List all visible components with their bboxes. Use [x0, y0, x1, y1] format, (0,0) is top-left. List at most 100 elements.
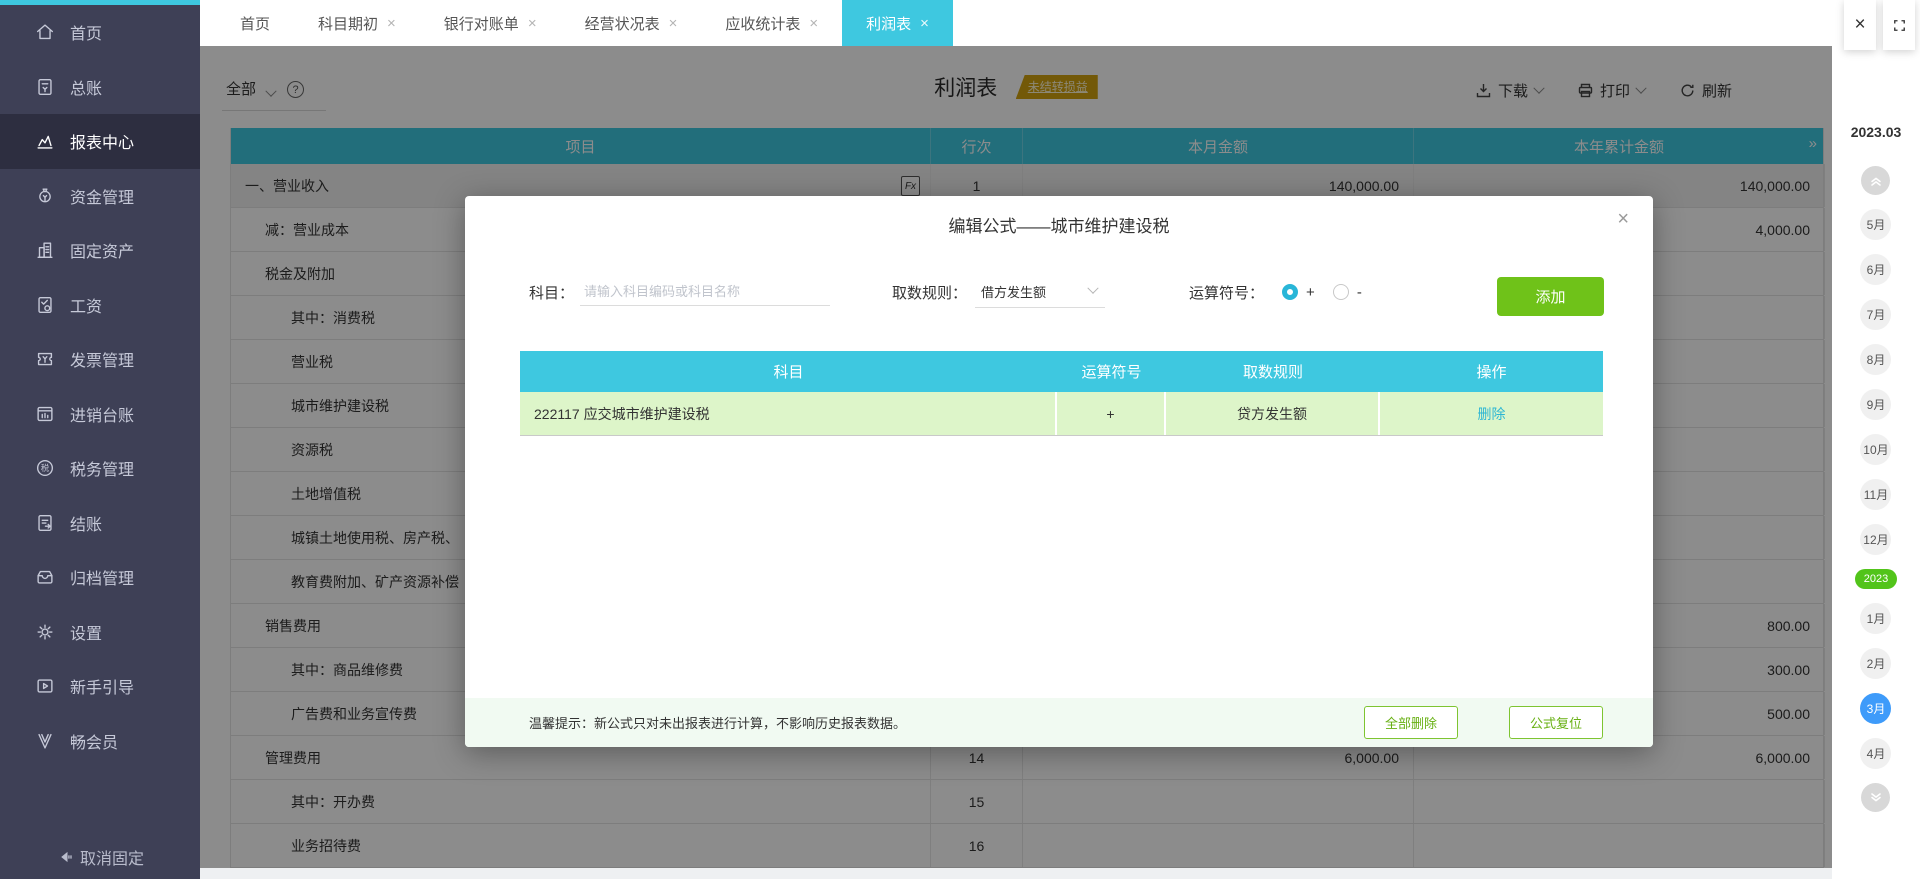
sidebar-item-label: 设置 — [70, 625, 103, 643]
sidebar-item-archive[interactable]: 归档管理 — [0, 550, 200, 605]
sidebar-item-home[interactable]: 首页 — [0, 5, 200, 60]
sidebar-item-salary[interactable]: 工资 — [0, 278, 200, 333]
sidebar-item-tax[interactable]: 税 税务管理 — [0, 441, 200, 496]
sidebar-item-label: 工资 — [70, 298, 103, 316]
period-panel: 2023.03 5月 6月 7月 8月 9月 10月 11月 12月 2023 1月 2月 3月 4月 — [1832, 46, 1920, 879]
sidebar-item-label: 总账 — [70, 80, 103, 98]
sidebar-item-label: 税务管理 — [70, 462, 135, 480]
funds-icon — [39, 188, 51, 203]
bottom-strip — [200, 868, 1832, 879]
tab-close-icon[interactable]: × — [387, 15, 396, 32]
tab-利润表[interactable]: 利润表 × — [842, 0, 953, 46]
radio-unselected-icon — [1332, 284, 1349, 300]
window-close-button[interactable]: × — [1844, 0, 1876, 50]
tax-icon: 税 — [36, 460, 54, 477]
dialog-title: 编辑公式——城市维护建设税 — [948, 217, 1170, 236]
month-item-6月[interactable]: 6月 — [1860, 254, 1892, 285]
sidebar-item-funds[interactable]: 资金管理 — [0, 169, 200, 224]
month-item-11月[interactable]: 11月 — [1860, 479, 1892, 510]
gear-icon — [37, 624, 53, 640]
scroll-months-down-button[interactable] — [1861, 783, 1891, 812]
guide-icon — [37, 679, 53, 693]
close-icon: × — [1854, 14, 1866, 35]
sidebar-item-general-ledger[interactable]: 总账 — [0, 60, 200, 115]
month-item-2月[interactable]: 2月 — [1860, 648, 1892, 679]
tab-label: 首页 — [240, 15, 271, 33]
rule-select[interactable]: 借方发生额 — [975, 276, 1106, 308]
sidebar-item-label: 新手引导 — [70, 680, 135, 698]
delete-all-button[interactable]: 全部删除 — [1363, 706, 1458, 739]
edit-formula-dialog: 编辑公式——城市维护建设税 × 科目： 取数规则： 借方发生额 运算符号： + … — [465, 196, 1653, 747]
delete-link[interactable]: 删除 — [1478, 404, 1506, 424]
sidebar-item-label: 归档管理 — [70, 571, 135, 589]
salary-icon — [38, 296, 52, 313]
tab-经营状况表[interactable]: 经营状况表 × — [561, 0, 702, 46]
operator-minus-radio[interactable]: - — [1332, 283, 1362, 301]
subject-input[interactable] — [580, 278, 831, 306]
sidebar-item-closing[interactable]: 结账 — [0, 496, 200, 551]
footer-tip: 温馨提示：新公式只对未出报表进行计算，不影响历史报表数据。 — [529, 716, 907, 731]
formula-form: 科目： 取数规则： 借方发生额 运算符号： + - — [529, 272, 1362, 312]
tab-银行对账单[interactable]: 银行对账单 × — [420, 0, 561, 46]
period-list: 5月 6月 7月 8月 9月 10月 11月 12月 2023 1月 2月 3月 4月 — [1854, 166, 1898, 812]
tab-应收统计表[interactable]: 应收统计表 × — [701, 0, 842, 46]
month-item-3月[interactable]: 3月 — [1860, 693, 1892, 724]
sidebar-item-label: 畅会员 — [70, 734, 119, 752]
tab-close-icon[interactable]: × — [920, 15, 929, 32]
invoice-icon — [37, 353, 53, 366]
formula-col-operator: 运算符号 — [1081, 364, 1142, 381]
sidebar-menu: 首页 总账 报表中心 资金管理 固定资产 工资 发票管理 进销台账 税 税务管理… — [0, 5, 200, 768]
formula-operator-cell: + — [1057, 392, 1166, 435]
formula-reset-button[interactable]: 公式复位 — [1508, 706, 1603, 739]
formula-col-action: 操作 — [1476, 364, 1507, 381]
tab-科目期初[interactable]: 科目期初 × — [294, 0, 420, 46]
formula-rule-cell: 贷方发生额 — [1166, 392, 1380, 435]
tab-close-icon[interactable]: × — [528, 15, 537, 32]
month-item-8月[interactable]: 8月 — [1860, 344, 1892, 375]
month-item-7月[interactable]: 7月 — [1860, 299, 1892, 330]
scroll-months-up-button[interactable] — [1861, 166, 1891, 195]
sidebar-item-label: 发票管理 — [70, 353, 135, 371]
tab-首页[interactable]: 首页 — [216, 0, 294, 46]
double-chevron-up-icon — [1871, 177, 1881, 186]
double-chevron-down-icon — [1871, 792, 1881, 801]
window-fullscreen-button[interactable] — [1883, 0, 1915, 50]
tab-close-icon[interactable]: × — [809, 15, 818, 32]
unpin-sidebar-button[interactable]: 取消固定 — [0, 845, 200, 869]
dialog-close-icon[interactable]: × — [1617, 208, 1629, 231]
operator-plus-radio[interactable]: + — [1282, 284, 1315, 301]
sidebar-item-settings[interactable]: 设置 — [0, 605, 200, 660]
home-icon — [36, 24, 54, 40]
rule-select-value: 借方发生额 — [981, 285, 1047, 300]
sidebar-item-report-center[interactable]: 报表中心 — [0, 114, 200, 169]
month-item-9月[interactable]: 9月 — [1860, 389, 1892, 420]
inventory-icon — [37, 406, 53, 421]
month-item-5月[interactable]: 5月 — [1860, 209, 1892, 240]
tab-close-icon[interactable]: × — [669, 15, 678, 32]
unpin-label: 取消固定 — [79, 851, 144, 868]
archive-icon — [37, 571, 53, 584]
fullscreen-icon — [1893, 19, 1905, 31]
ledger-icon — [38, 78, 52, 95]
month-item-4月[interactable]: 4月 — [1860, 738, 1892, 769]
chevron-down-icon — [1087, 282, 1099, 294]
sidebar-item-inventory[interactable]: 进销台账 — [0, 387, 200, 442]
sidebar-item-guide[interactable]: 新手引导 — [0, 659, 200, 714]
sidebar-item-fixed-assets[interactable]: 固定资产 — [0, 223, 200, 278]
formula-subject-cell: 222117 应交城市维护建设税 — [520, 392, 1057, 435]
formula-col-subject: 科目 — [773, 364, 804, 381]
formula-table: 科目 运算符号 取数规则 操作 222117 应交城市维护建设税 + 贷方发生额… — [520, 351, 1603, 436]
year-badge: 2023 — [1854, 569, 1898, 589]
sidebar-item-invoice[interactable]: 发票管理 — [0, 332, 200, 387]
sidebar-item-member[interactable]: 畅会员 — [0, 714, 200, 769]
tab-label: 应收统计表 — [725, 15, 801, 33]
month-item-1月[interactable]: 1月 — [1860, 603, 1892, 634]
dialog-footer: 温馨提示：新公式只对未出报表进行计算，不影响历史报表数据。 全部删除 公式复位 — [465, 698, 1653, 747]
month-item-12月[interactable]: 12月 — [1860, 524, 1892, 555]
sidebar-item-label: 报表中心 — [70, 135, 135, 153]
add-button[interactable]: 添加 — [1497, 277, 1604, 316]
current-period-label: 2023.03 — [1850, 124, 1902, 140]
minus-label: - — [1356, 283, 1362, 301]
month-item-10月[interactable]: 10月 — [1860, 434, 1892, 465]
operator-label: 运算符号： — [1189, 284, 1265, 302]
